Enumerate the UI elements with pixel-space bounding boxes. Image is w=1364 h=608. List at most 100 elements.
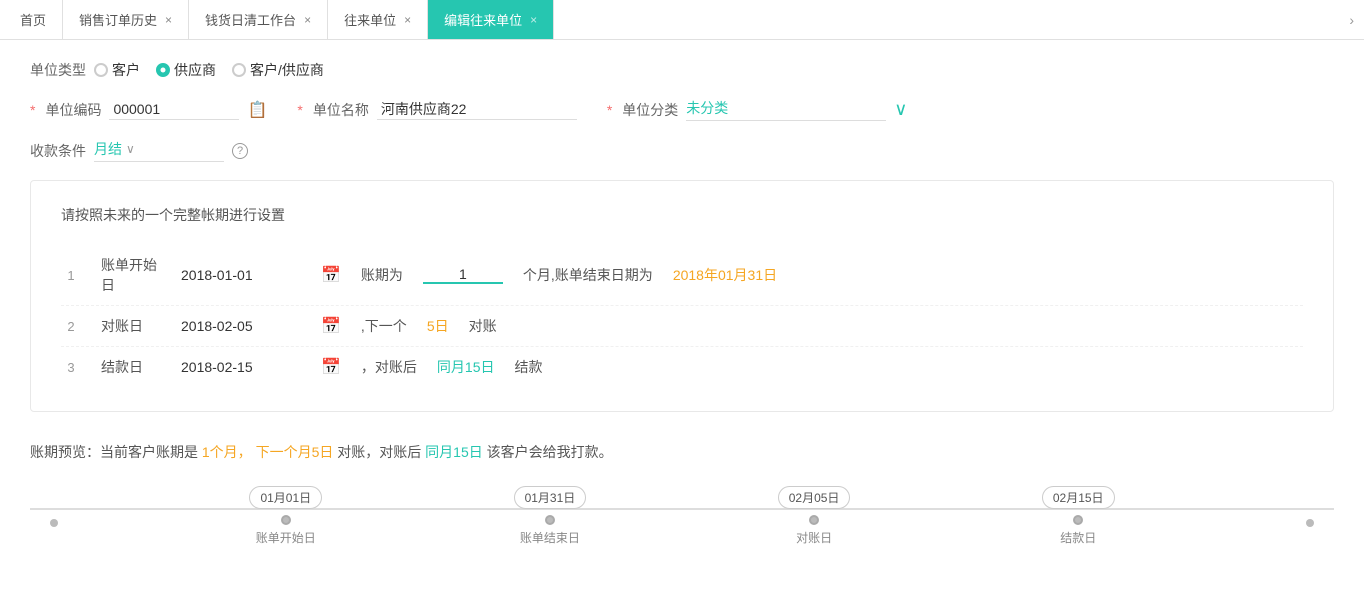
tab-partner-close[interactable]: × bbox=[404, 13, 411, 27]
tab-cash-work-close[interactable]: × bbox=[304, 13, 311, 27]
period-row-3-label: 结款日 bbox=[101, 357, 161, 377]
timeline-label-4: 结款日 bbox=[1060, 529, 1096, 546]
period-row-2-suffix: 对账 bbox=[469, 316, 497, 336]
preview-part1: 1个月， bbox=[202, 444, 252, 460]
timeline-node-4: 02月15日 结款日 bbox=[1042, 486, 1115, 546]
tab-home[interactable]: 首页 bbox=[0, 0, 63, 39]
timeline-node-3: 02月05日 对账日 bbox=[778, 486, 851, 546]
period-settings-box: 请按照未来的一个完整帐期进行设置 1 账单开始日 2018-01-01 📅 账期… bbox=[30, 180, 1334, 412]
timeline-label-2: 账单结束日 bbox=[520, 529, 580, 546]
timeline: 01月01日 账单开始日 01月31日 账单结束日 02月05日 对账日 02月… bbox=[30, 486, 1334, 546]
unit-category-field: * 单位分类 未分类 ∨ bbox=[607, 98, 908, 121]
unit-code-field: * 单位编码 📋 bbox=[30, 99, 267, 120]
tab-partner[interactable]: 往来单位 × bbox=[328, 0, 428, 39]
unit-name-star: * bbox=[297, 102, 302, 118]
timeline-node-2: 01月31日 账单结束日 bbox=[514, 486, 587, 546]
unit-name-field: * 单位名称 bbox=[297, 99, 576, 120]
unit-code-star: * bbox=[30, 102, 35, 118]
unit-type-radio-group: 客户 供应商 客户/供应商 bbox=[94, 60, 324, 80]
period-row-1-calendar-icon[interactable]: 📅 bbox=[321, 265, 341, 285]
unit-category-select[interactable]: 未分类 bbox=[686, 98, 886, 121]
unit-name-input[interactable] bbox=[377, 99, 577, 120]
period-row-3-date: 2018-02-15 bbox=[181, 359, 301, 375]
unit-category-star: * bbox=[607, 102, 612, 118]
payment-condition-select[interactable]: 月结 ∨ bbox=[94, 139, 224, 162]
unit-category-dropdown-icon[interactable]: ∨ bbox=[894, 99, 907, 120]
radio-supplier-circle bbox=[156, 63, 170, 77]
timeline-dot-3 bbox=[809, 515, 819, 525]
tab-partner-label: 往来单位 bbox=[344, 10, 396, 29]
period-row-3-highlight: 同月15日 bbox=[437, 357, 495, 377]
radio-supplier-label: 供应商 bbox=[174, 60, 216, 80]
timeline-badge-4: 02月15日 bbox=[1042, 486, 1115, 509]
unit-type-label: 单位类型 bbox=[30, 60, 86, 80]
payment-condition-arrow-icon: ∨ bbox=[126, 142, 135, 156]
unit-type-row: 单位类型 客户 供应商 客户/供应商 bbox=[30, 60, 1334, 80]
period-row-3: 3 结款日 2018-02-15 📅 ，对账后 同月15日 结款 bbox=[61, 347, 1303, 387]
radio-customer-circle bbox=[94, 63, 108, 77]
radio-customer[interactable]: 客户 bbox=[94, 60, 140, 80]
unit-info-row: * 单位编码 📋 * 单位名称 * 单位分类 未分类 ∨ bbox=[30, 98, 1334, 121]
period-row-1-label: 账单开始日 bbox=[101, 255, 161, 295]
period-row-2-label: 对账日 bbox=[101, 316, 161, 336]
tab-cash-work-label: 钱货日清工作台 bbox=[205, 10, 296, 29]
unit-category-value: 未分类 bbox=[686, 98, 728, 118]
period-row-1-num: 1 bbox=[61, 268, 81, 283]
period-row-1-end-date: 2018年01月31日 bbox=[673, 265, 777, 285]
timeline-dot-1 bbox=[281, 515, 291, 525]
unit-category-label: 单位分类 bbox=[622, 100, 678, 120]
payment-condition-label: 收款条件 bbox=[30, 141, 86, 161]
period-row-3-calendar-icon[interactable]: 📅 bbox=[321, 357, 341, 377]
timeline-dot-4 bbox=[1073, 515, 1083, 525]
radio-customer-supplier[interactable]: 客户/供应商 bbox=[232, 60, 324, 80]
period-row-1-desc-before: 账期为 bbox=[361, 265, 403, 285]
period-row-2-highlight: 5日 bbox=[427, 316, 449, 336]
period-months-input[interactable] bbox=[423, 266, 503, 284]
period-row-1-date: 2018-01-01 bbox=[181, 267, 301, 283]
radio-supplier[interactable]: 供应商 bbox=[156, 60, 216, 80]
period-row-1-desc-after: 个月,账单结束日期为 bbox=[523, 265, 653, 285]
period-row-2-calendar-icon[interactable]: 📅 bbox=[321, 316, 341, 336]
unit-type-field: 单位类型 客户 供应商 客户/供应商 bbox=[30, 60, 324, 80]
preview-part3: 对账，对账后 bbox=[337, 444, 421, 460]
tab-bar: 首页 销售订单历史 × 钱货日清工作台 × 往来单位 × 编辑往来单位 × › bbox=[0, 0, 1364, 40]
tab-cash-work[interactable]: 钱货日清工作台 × bbox=[189, 0, 328, 39]
unit-code-input[interactable] bbox=[109, 99, 239, 120]
payment-condition-value: 月结 bbox=[94, 139, 122, 159]
tab-arrow[interactable]: › bbox=[1339, 0, 1364, 39]
tab-sales-history-label: 销售订单历史 bbox=[79, 10, 157, 29]
preview-part5: 该客户会给我打款。 bbox=[487, 444, 613, 460]
unit-code-icon[interactable]: 📋 bbox=[247, 100, 267, 120]
period-row-2-desc: ,下一个 bbox=[361, 316, 407, 336]
radio-customer-label: 客户 bbox=[112, 60, 140, 80]
preview-part4: 同月15日 bbox=[425, 444, 483, 460]
timeline-dot-2 bbox=[545, 515, 555, 525]
timeline-label-3: 对账日 bbox=[796, 529, 832, 546]
tab-edit-partner[interactable]: 编辑往来单位 × bbox=[428, 0, 554, 39]
tab-sales-history-close[interactable]: × bbox=[165, 13, 172, 27]
timeline-badge-2: 01月31日 bbox=[514, 486, 587, 509]
period-row-3-num: 3 bbox=[61, 360, 81, 375]
tab-sales-history[interactable]: 销售订单历史 × bbox=[63, 0, 189, 39]
timeline-right-end-dot bbox=[1306, 519, 1314, 527]
tab-edit-partner-close[interactable]: × bbox=[530, 13, 537, 27]
preview-section: 账期预览：当前客户账期是 1个月， 下一个月5日 对账，对账后 同月15日 该客… bbox=[30, 432, 1334, 462]
radio-customer-supplier-label: 客户/供应商 bbox=[250, 60, 324, 80]
tab-home-label: 首页 bbox=[20, 10, 46, 29]
period-row-2: 2 对账日 2018-02-05 📅 ,下一个 5日 对账 bbox=[61, 306, 1303, 347]
unit-code-label: 单位编码 bbox=[45, 100, 101, 120]
timeline-badge-3: 02月05日 bbox=[778, 486, 851, 509]
radio-customer-supplier-circle bbox=[232, 63, 246, 77]
timeline-badge-1: 01月01日 bbox=[249, 486, 322, 509]
period-row-1: 1 账单开始日 2018-01-01 📅 账期为 个月,账单结束日期为 2018… bbox=[61, 245, 1303, 306]
period-row-2-date: 2018-02-05 bbox=[181, 318, 301, 334]
preview-label: 账期预览：当前客户账期是 bbox=[30, 444, 198, 460]
tab-edit-partner-label: 编辑往来单位 bbox=[444, 10, 522, 29]
period-row-3-suffix: 结款 bbox=[515, 357, 543, 377]
timeline-left-end-dot bbox=[50, 519, 58, 527]
period-row-2-num: 2 bbox=[61, 319, 81, 334]
period-settings-title: 请按照未来的一个完整帐期进行设置 bbox=[61, 205, 1303, 225]
payment-condition-help-icon[interactable]: ? bbox=[232, 143, 248, 159]
timeline-label-1: 账单开始日 bbox=[256, 529, 316, 546]
period-row-3-desc: ，对账后 bbox=[361, 357, 417, 377]
